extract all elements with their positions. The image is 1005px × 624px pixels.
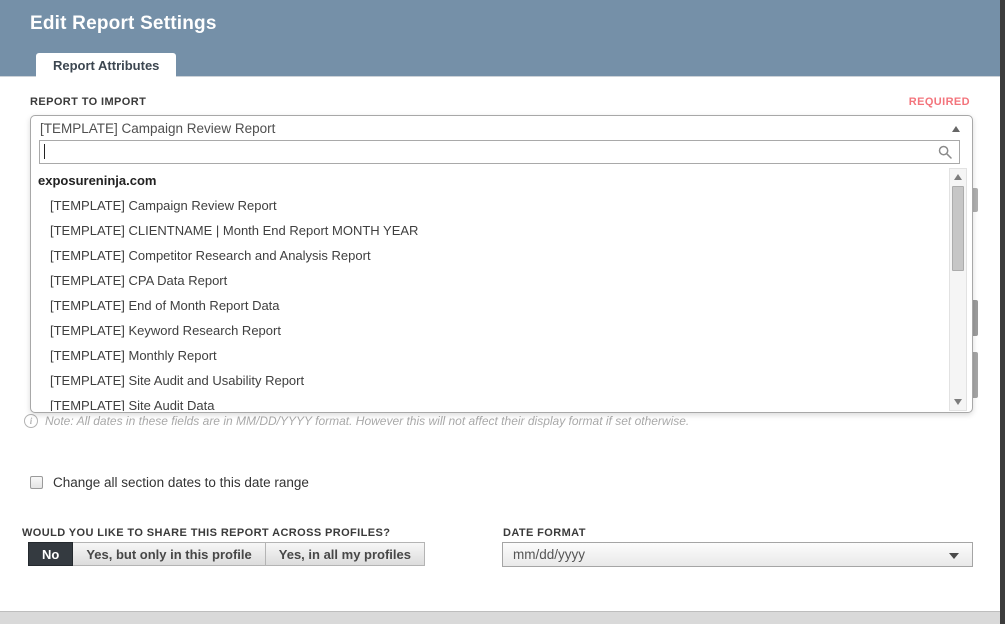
hidden-field-fragment xyxy=(973,188,978,212)
list-item[interactable]: [TEMPLATE] Competitor Research and Analy… xyxy=(31,243,949,268)
list-item[interactable]: [TEMPLATE] Campaign Review Report xyxy=(31,193,949,218)
chevron-down-icon xyxy=(949,553,959,559)
hidden-field-fragment xyxy=(973,300,978,336)
list-item[interactable]: [TEMPLATE] Site Audit Data xyxy=(31,393,949,411)
window-edge xyxy=(1000,0,1005,624)
selected-report-label: [TEMPLATE] Campaign Review Report xyxy=(40,120,276,136)
tab-report-attributes[interactable]: Report Attributes xyxy=(36,53,177,77)
date-format-label: DATE FORMAT xyxy=(503,527,586,539)
edit-report-settings-page: Edit Report Settings Report Attributes R… xyxy=(0,0,1005,624)
date-format-value: mm/dd/yyyy xyxy=(513,547,586,562)
combobox-search-wrap xyxy=(39,140,960,164)
share-option-all-profiles[interactable]: Yes, in all my profiles xyxy=(264,542,425,566)
share-option-this-profile[interactable]: Yes, but only in this profile xyxy=(72,542,266,566)
option-group-header: exposureninja.com xyxy=(38,173,157,188)
report-options-list: exposureninja.com [TEMPLATE] Campaign Re… xyxy=(31,168,949,411)
list-item[interactable]: [TEMPLATE] Keyword Research Report xyxy=(31,318,949,343)
share-button-group: No Yes, but only in this profile Yes, in… xyxy=(28,542,425,566)
info-icon: i xyxy=(24,414,38,428)
report-search-input[interactable] xyxy=(39,140,960,164)
scroll-down-icon[interactable] xyxy=(954,399,962,405)
page-title: Edit Report Settings xyxy=(30,13,217,34)
dropdown-scrollbar[interactable] xyxy=(949,168,967,411)
share-option-no[interactable]: No xyxy=(28,542,74,566)
change-dates-row: Change all section dates to this date ra… xyxy=(30,475,309,490)
page-header: Edit Report Settings Report Attributes xyxy=(0,0,1000,77)
required-badge: REQUIRED xyxy=(908,96,970,108)
text-caret xyxy=(44,144,45,159)
chevron-up-icon xyxy=(952,126,960,132)
list-item[interactable]: [TEMPLATE] Site Audit and Usability Repo… xyxy=(31,368,949,393)
list-item[interactable]: [TEMPLATE] CLIENTNAME | Month End Report… xyxy=(31,218,949,243)
scroll-up-icon[interactable] xyxy=(954,174,962,180)
report-to-import-combobox: [TEMPLATE] Campaign Review Report exposu… xyxy=(30,115,973,413)
note-text: Note: All dates in these fields are in M… xyxy=(45,414,690,428)
search-icon xyxy=(938,145,952,159)
share-question-label: WOULD YOU LIKE TO SHARE THIS REPORT ACRO… xyxy=(22,527,391,539)
list-item[interactable]: [TEMPLATE] End of Month Report Data xyxy=(31,293,949,318)
list-item[interactable]: [TEMPLATE] Monthly Report xyxy=(31,343,949,368)
list-item[interactable]: [TEMPLATE] CPA Data Report xyxy=(31,268,949,293)
report-to-import-label: REPORT TO IMPORT xyxy=(30,96,147,108)
date-format-note: i Note: All dates in these fields are in… xyxy=(24,414,689,428)
date-format-select[interactable]: mm/dd/yyyy xyxy=(502,542,973,567)
combobox-selected-value[interactable]: [TEMPLATE] Campaign Review Report xyxy=(31,116,972,140)
change-dates-label: Change all section dates to this date ra… xyxy=(53,475,309,490)
footer-strip xyxy=(0,611,1005,624)
scrollbar-thumb[interactable] xyxy=(952,186,964,271)
change-dates-checkbox[interactable] xyxy=(30,476,43,489)
hidden-field-fragment xyxy=(973,352,978,398)
tab-label: Report Attributes xyxy=(53,57,160,73)
